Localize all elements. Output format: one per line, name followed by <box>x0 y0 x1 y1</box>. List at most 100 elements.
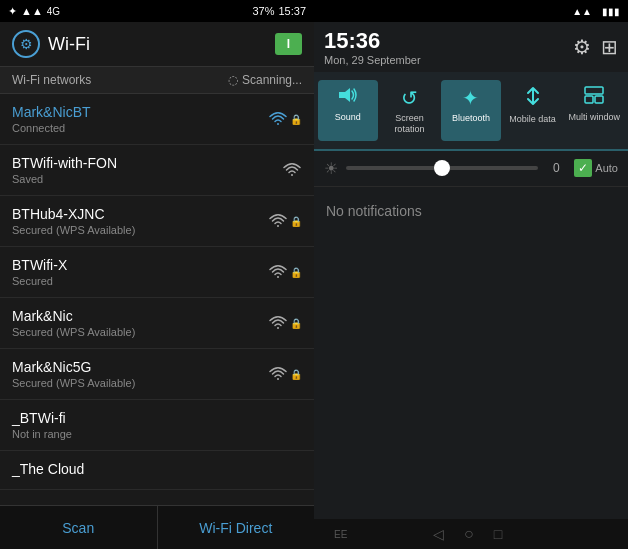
network-item[interactable]: _The Cloud <box>0 451 314 490</box>
bt-icon: ✦ <box>8 5 17 18</box>
status-left: ✦ ▲▲ 4G <box>8 5 60 18</box>
signal-icon: 🔒 <box>268 315 302 331</box>
left-status-bar: ✦ ▲▲ 4G 37% 15:37 <box>0 0 314 22</box>
network-status: Secured <box>12 275 268 287</box>
signal-icon: 🔒 <box>268 366 302 382</box>
signal-icon: 🔒 <box>268 264 302 280</box>
network-info: Mark&Nic Secured (WPS Available) <box>12 308 268 338</box>
signal-icon: ▲▲ <box>21 5 43 17</box>
settings-icon[interactable]: ⚙ <box>573 35 591 59</box>
svg-rect-2 <box>585 87 603 94</box>
network-name: BTWifi-X <box>12 257 268 273</box>
gear-icon: ⚙ <box>20 36 33 52</box>
qs-multi-window-label: Multi window <box>568 112 620 123</box>
wifi-title-row: ⚙ Wi-Fi <box>12 30 90 58</box>
wifi-direct-button[interactable]: Wi-Fi Direct <box>158 506 315 549</box>
network-status: Secured (WPS Available) <box>12 377 268 389</box>
back-icon[interactable]: ◁ <box>433 526 444 542</box>
qs-sound-label: Sound <box>335 112 361 123</box>
qs-mobile-data-button[interactable]: Mobile data <box>503 80 563 141</box>
network-name: Mark&Nic <box>12 308 268 324</box>
status-right: 37% 15:37 <box>252 5 306 17</box>
brightness-row: ☀ 0 ✓ Auto <box>314 151 628 187</box>
svg-rect-3 <box>585 96 593 103</box>
network-status: Secured (WPS Available) <box>12 326 268 338</box>
signal-icon: 🔒 <box>268 111 302 127</box>
svg-rect-4 <box>595 96 603 103</box>
lock-icon: 🔒 <box>290 114 302 125</box>
right-status-bar: ▲▲ ▮▮▮ <box>314 0 628 22</box>
quick-settings-bar: Sound ↺ Screen rotation ✦ Bluetooth Mobi… <box>314 72 628 151</box>
header-action-icons: ⚙ ⊞ <box>573 35 618 59</box>
network-status: Secured (WPS Available) <box>12 224 268 236</box>
lock-icon: 🔒 <box>290 369 302 380</box>
qs-rotation-button[interactable]: ↺ Screen rotation <box>380 80 440 141</box>
signal-icon: 🔒 <box>268 213 302 229</box>
auto-brightness-checkbox[interactable]: ✓ Auto <box>574 159 618 177</box>
time-date-block: 15:36 Mon, 29 September <box>324 28 421 66</box>
network-name: _The Cloud <box>12 461 302 477</box>
sound-icon <box>337 86 359 109</box>
brightness-value: 0 <box>546 161 566 175</box>
wifi-bottom-bar: Scan Wi-Fi Direct <box>0 505 314 549</box>
no-notifications-text: No notifications <box>314 187 628 235</box>
notification-time: 15:36 <box>324 28 421 54</box>
spinner-icon: ◌ <box>228 73 238 87</box>
network-item[interactable]: Mark&NicBT Connected 🔒 <box>0 94 314 145</box>
network-status: Connected <box>12 122 268 134</box>
multi-window-icon <box>584 86 604 109</box>
battery-text: 37% <box>252 5 274 17</box>
qs-sound-button[interactable]: Sound <box>318 80 378 141</box>
wifi-toggle[interactable]: I <box>275 33 302 55</box>
network-info: BTWifi-with-FON Saved <box>12 155 282 185</box>
qs-bluetooth-label: Bluetooth <box>452 113 490 124</box>
4g-icon: 4G <box>47 6 60 17</box>
qs-bluetooth-button[interactable]: ✦ Bluetooth <box>441 80 501 141</box>
bluetooth-icon: ✦ <box>462 86 479 110</box>
network-name: _BTWi-fi <box>12 410 302 426</box>
network-item[interactable]: BTWifi-with-FON Saved <box>0 145 314 196</box>
network-item[interactable]: Mark&Nic5G Secured (WPS Available) 🔒 <box>0 349 314 400</box>
home-icon[interactable]: ○ <box>464 525 474 543</box>
carrier-label: EE <box>334 529 347 540</box>
empty-notifications-label: No notifications <box>326 203 422 219</box>
signal-status-icon: ▲▲ <box>572 6 592 17</box>
battery-status-icon: ▮▮▮ <box>602 6 620 17</box>
brightness-slider[interactable] <box>346 166 538 170</box>
scanning-status: ◌ Scanning... <box>228 73 302 87</box>
rotation-icon: ↺ <box>401 86 418 110</box>
nav-icons: ◁ ○ □ <box>433 525 502 543</box>
network-info: Mark&NicBT Connected <box>12 104 268 134</box>
scan-button[interactable]: Scan <box>0 506 158 549</box>
wifi-header: ⚙ Wi-Fi I <box>0 22 314 67</box>
wifi-title: Wi-Fi <box>48 34 90 55</box>
qs-mobile-data-label: Mobile data <box>509 114 556 125</box>
qs-rotation-label: Screen rotation <box>382 113 438 135</box>
notification-date: Mon, 29 September <box>324 54 421 66</box>
navigation-bar: EE ◁ ○ □ <box>314 519 628 549</box>
network-info: Mark&Nic5G Secured (WPS Available) <box>12 359 268 389</box>
notification-header: 15:36 Mon, 29 September ⚙ ⊞ <box>314 22 628 72</box>
network-name: Mark&NicBT <box>12 104 268 120</box>
network-name: Mark&Nic5G <box>12 359 268 375</box>
lock-icon: 🔒 <box>290 318 302 329</box>
network-info: _The Cloud <box>12 461 302 479</box>
network-item[interactable]: BTWifi-X Secured 🔒 <box>0 247 314 298</box>
time-text: 15:37 <box>278 5 306 17</box>
network-info: BTHub4-XJNC Secured (WPS Available) <box>12 206 268 236</box>
network-item[interactable]: _BTWi-fi Not in range <box>0 400 314 451</box>
signal-icon <box>282 162 302 178</box>
status-icons: ▲▲ ▮▮▮ <box>572 6 620 17</box>
qs-multi-window-button[interactable]: Multi window <box>564 80 624 141</box>
grid-icon[interactable]: ⊞ <box>601 35 618 59</box>
network-item[interactable]: Mark&Nic Secured (WPS Available) 🔒 <box>0 298 314 349</box>
brightness-icon: ☀ <box>324 159 338 178</box>
mobile-data-icon <box>524 86 542 111</box>
networks-label: Wi-Fi networks <box>12 73 91 87</box>
recent-apps-icon[interactable]: □ <box>494 526 502 542</box>
brightness-thumb <box>434 160 450 176</box>
network-name: BTHub4-XJNC <box>12 206 268 222</box>
check-icon: ✓ <box>574 159 592 177</box>
network-item[interactable]: BTHub4-XJNC Secured (WPS Available) 🔒 <box>0 196 314 247</box>
wifi-networks-list: Mark&NicBT Connected 🔒 BTWifi-with-FON S… <box>0 94 314 505</box>
